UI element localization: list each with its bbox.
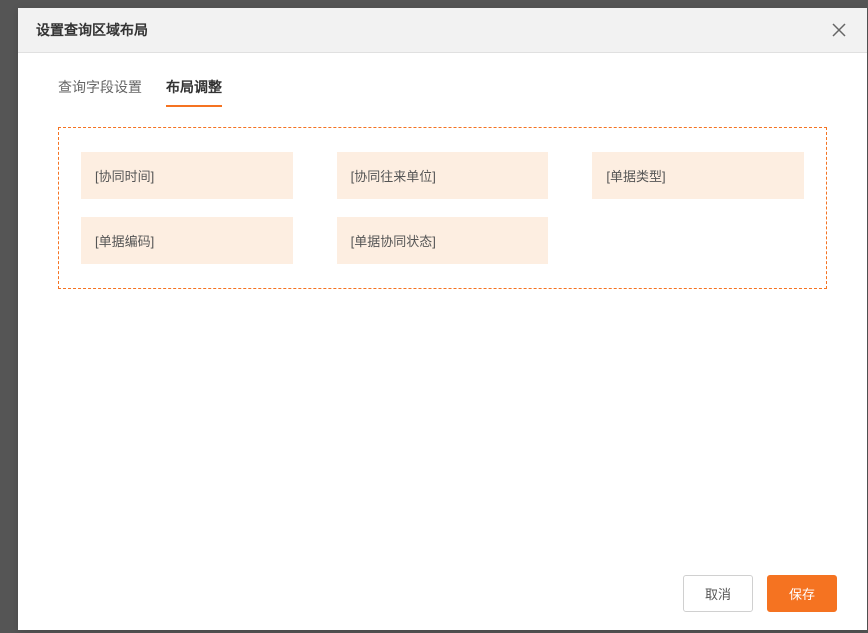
- tab-layout-adjust[interactable]: 布局调整: [166, 77, 222, 107]
- tab-bar: 查询字段设置 布局调整: [58, 77, 827, 107]
- modal-footer: 取消 保存: [18, 561, 867, 630]
- close-icon: [832, 23, 846, 37]
- modal-header: 设置查询区域布局: [18, 8, 867, 53]
- modal-dialog: 设置查询区域布局 查询字段设置 布局调整 [协同时间] [协同往来单位] [单据…: [18, 8, 867, 630]
- close-button[interactable]: [829, 20, 849, 40]
- cancel-button[interactable]: 取消: [683, 575, 753, 612]
- field-item[interactable]: [单据编码]: [81, 217, 293, 264]
- layout-drop-area[interactable]: [协同时间] [协同往来单位] [单据类型] [单据编码] [单据协同状态]: [58, 127, 827, 289]
- modal-title: 设置查询区域布局: [36, 20, 148, 40]
- field-item[interactable]: [协同时间]: [81, 152, 293, 199]
- save-button[interactable]: 保存: [767, 575, 837, 612]
- tab-field-settings[interactable]: 查询字段设置: [58, 77, 142, 107]
- modal-body: 查询字段设置 布局调整 [协同时间] [协同往来单位] [单据类型] [单据编码…: [18, 53, 867, 561]
- field-item[interactable]: [协同往来单位]: [337, 152, 549, 199]
- field-item[interactable]: [单据类型]: [592, 152, 804, 199]
- field-item[interactable]: [单据协同状态]: [337, 217, 549, 264]
